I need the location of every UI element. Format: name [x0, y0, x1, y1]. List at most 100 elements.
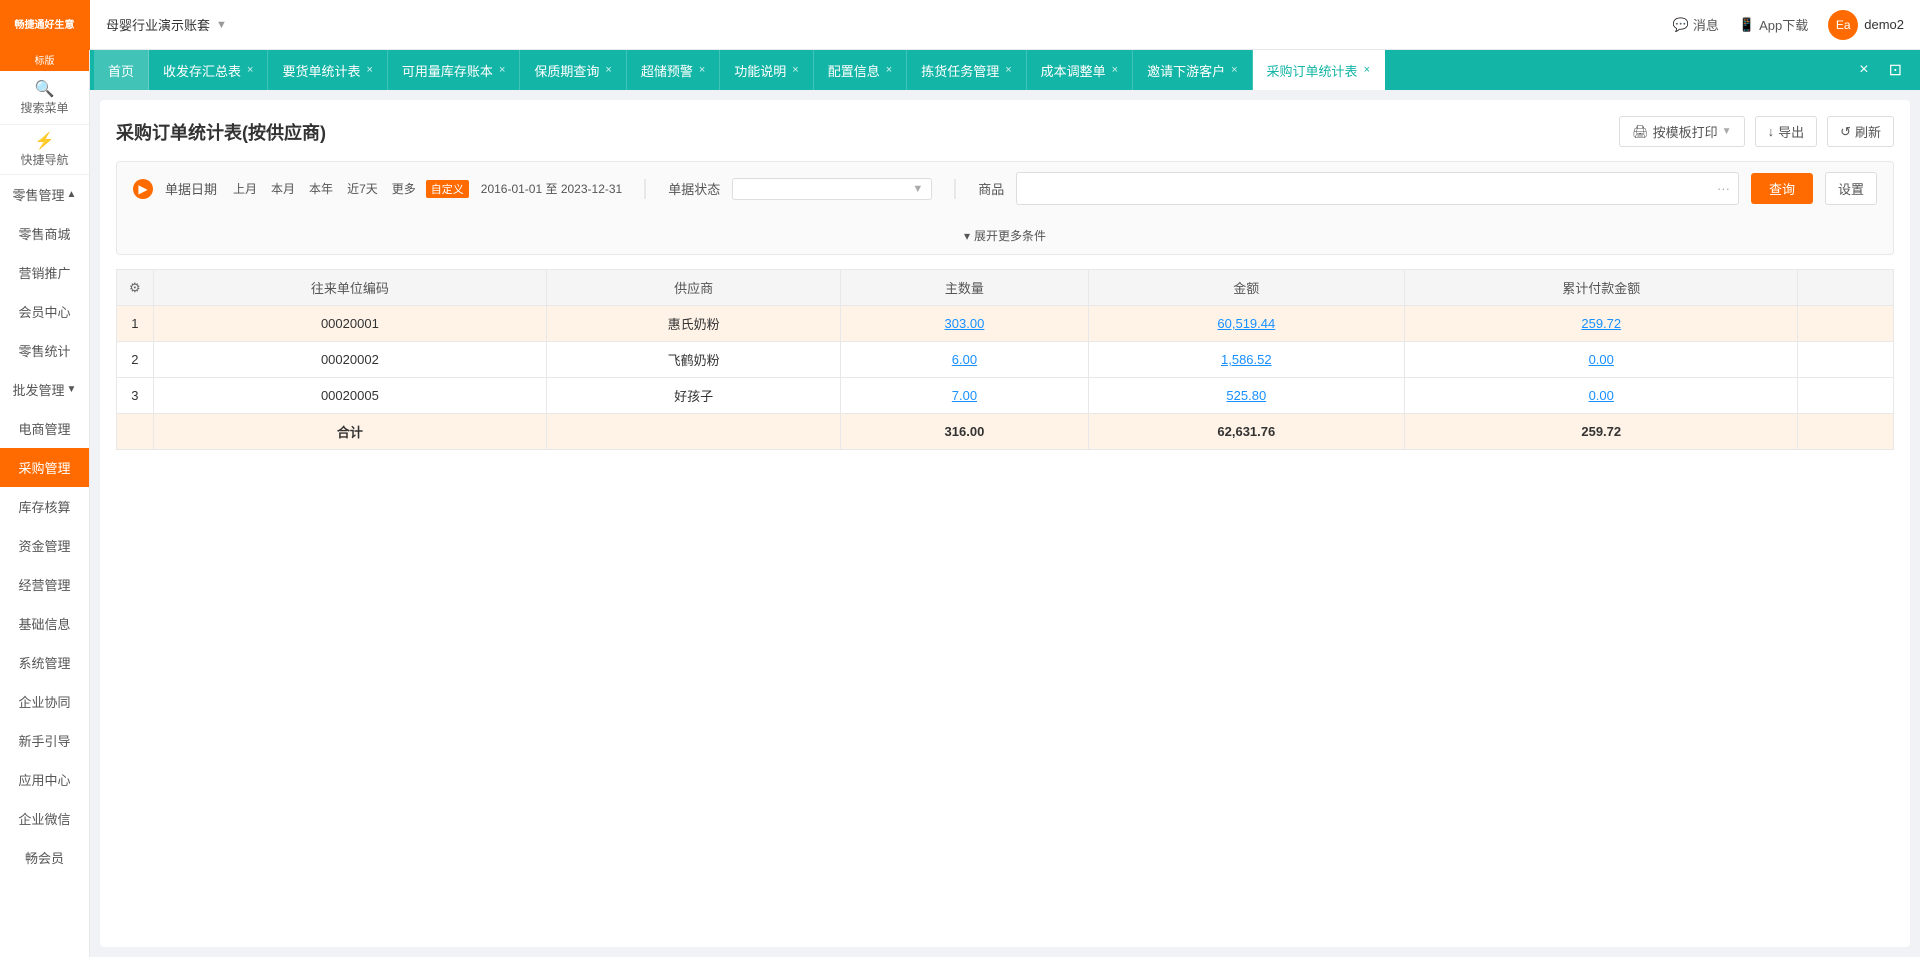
- sidebar-item-batch[interactable]: 批发管理 ▼: [0, 370, 89, 409]
- goods-filter-label: 商品: [978, 179, 1004, 198]
- th-qty: 主数量: [841, 270, 1088, 306]
- row-paid[interactable]: 0.00: [1405, 342, 1798, 378]
- tab-home[interactable]: 首页: [94, 50, 149, 90]
- row-paid[interactable]: 259.72: [1405, 306, 1798, 342]
- sidebar-item-newguide[interactable]: 新手引导: [0, 721, 89, 760]
- nav-tabs: 首页 收发存汇总表 × 要货单统计表 × 可用量库存账本 × 保质期查询 × 超…: [90, 50, 1920, 90]
- row-empty: [1798, 342, 1894, 378]
- expand-more-label: 展开更多条件: [974, 227, 1046, 244]
- row-num: 2: [117, 342, 154, 378]
- tab-picking-task-close[interactable]: ×: [1005, 64, 1011, 76]
- row-qty[interactable]: 303.00: [841, 306, 1088, 342]
- print-btn[interactable]: 🖨 按模板打印 ▼: [1619, 116, 1744, 147]
- logo-sub: 标版: [35, 56, 55, 67]
- shortcut-this-month[interactable]: 本月: [267, 179, 299, 198]
- row-code: 00020005: [153, 378, 546, 414]
- tab-function-desc[interactable]: 功能说明 ×: [720, 50, 813, 90]
- app-download-btn[interactable]: 📱 App下载: [1739, 15, 1808, 34]
- tab-config-info-close[interactable]: ×: [886, 64, 892, 76]
- row-amount[interactable]: 60,519.44: [1088, 306, 1404, 342]
- expand-more-btn[interactable]: ▾ 展开更多条件: [964, 227, 1046, 244]
- retail-arrow-icon: ▲: [67, 189, 77, 200]
- sidebar-item-retail[interactable]: 零售管理 ▲: [0, 175, 89, 214]
- tab-collection-close[interactable]: ×: [247, 64, 253, 76]
- tab-picking-task[interactable]: 拣货任务管理 ×: [907, 50, 1026, 90]
- tab-available-inv-label: 可用量库存账本: [402, 61, 493, 80]
- shortcut-more[interactable]: 更多: [388, 179, 420, 198]
- shortcut-last-month[interactable]: 上月: [229, 179, 261, 198]
- tab-purchase-stat-close[interactable]: ×: [1364, 64, 1370, 76]
- row-supplier: 飞鹤奶粉: [547, 342, 841, 378]
- tab-collection[interactable]: 收发存汇总表 ×: [149, 50, 268, 90]
- tab-available-inv-close[interactable]: ×: [499, 64, 505, 76]
- sidebar-item-system[interactable]: 系统管理: [0, 643, 89, 682]
- tab-config-info[interactable]: 配置信息 ×: [814, 50, 907, 90]
- tab-overstock-label: 超储预警: [641, 61, 693, 80]
- sidebar-item-ecommerce[interactable]: 电商管理: [0, 409, 89, 448]
- sidebar-item-inventory[interactable]: 库存核算: [0, 487, 89, 526]
- sidebar-item-enterprise[interactable]: 企业协同: [0, 682, 89, 721]
- sidebar-item-wechat[interactable]: 企业微信: [0, 799, 89, 838]
- tab-expiry-close[interactable]: ×: [605, 64, 611, 76]
- row-amount[interactable]: 1,586.52: [1088, 342, 1404, 378]
- message-label: 消息: [1693, 15, 1719, 34]
- workspace-name: 母婴行业演示账套: [106, 15, 210, 34]
- sidebar-item-member[interactable]: 会员中心: [0, 292, 89, 331]
- row-paid[interactable]: 0.00: [1405, 378, 1798, 414]
- tab-invite-downstream-close[interactable]: ×: [1231, 64, 1237, 76]
- tab-function-desc-close[interactable]: ×: [792, 64, 798, 76]
- column-settings-icon[interactable]: ⚙: [129, 280, 141, 295]
- search-btn[interactable]: 查询: [1751, 173, 1813, 204]
- search-menu-item[interactable]: 🔍 搜索菜单: [0, 71, 89, 125]
- user-menu[interactable]: Ea demo2: [1828, 10, 1904, 40]
- settings-btn[interactable]: 设置: [1825, 172, 1877, 205]
- goods-search-input[interactable]: [1025, 177, 1717, 200]
- tab-cost-adjust[interactable]: 成本调整单 ×: [1027, 50, 1133, 90]
- tab-restore-btn[interactable]: ⊡: [1883, 58, 1908, 82]
- shortcut-7days[interactable]: 近7天: [343, 179, 382, 198]
- sidebar-item-finance[interactable]: 资金管理: [0, 526, 89, 565]
- tab-available-inv[interactable]: 可用量库存账本 ×: [388, 50, 520, 90]
- tab-invite-downstream[interactable]: 邀请下游客户 ×: [1133, 50, 1252, 90]
- tab-overstock[interactable]: 超储预警 ×: [627, 50, 720, 90]
- shortcut-this-year[interactable]: 本年: [305, 179, 337, 198]
- sidebar-item-retail-stat[interactable]: 零售统计: [0, 331, 89, 370]
- table-container: ⚙ 往来单位编码 供应商 主数量 金额 累计付款金额 1 00020001: [116, 269, 1894, 931]
- quicknav-item[interactable]: ⚡ 快捷导航: [0, 125, 89, 175]
- tab-expiry[interactable]: 保质期查询 ×: [520, 50, 626, 90]
- goods-input-wrapper: ···: [1016, 172, 1739, 205]
- sidebar-item-operation[interactable]: 经营管理: [0, 565, 89, 604]
- tab-cost-adjust-close[interactable]: ×: [1112, 64, 1118, 76]
- tab-order-stat-close[interactable]: ×: [366, 64, 372, 76]
- page-header: 采购订单统计表(按供应商) 🖨 按模板打印 ▼ ↓ 导出 ↺ 刷新: [116, 116, 1894, 147]
- goods-more-icon[interactable]: ···: [1717, 181, 1730, 196]
- page-content: 采购订单统计表(按供应商) 🖨 按模板打印 ▼ ↓ 导出 ↺ 刷新: [90, 90, 1920, 957]
- th-supplier: 供应商: [547, 270, 841, 306]
- row-qty[interactable]: 7.00: [841, 378, 1088, 414]
- table-row: 1 00020001 惠氏奶粉 303.00 60,519.44 259.72: [117, 306, 1894, 342]
- sidebar-item-retail-mall[interactable]: 零售商城: [0, 214, 89, 253]
- status-select[interactable]: ▼: [732, 178, 932, 200]
- sidebar-item-member2[interactable]: 畅会员: [0, 838, 89, 877]
- tab-purchase-stat[interactable]: 采购订单统计表 ×: [1253, 50, 1385, 90]
- workspace-selector[interactable]: 母婴行业演示账套 ▼: [106, 15, 227, 34]
- row-num: 3: [117, 378, 154, 414]
- tab-order-stat[interactable]: 要货单统计表 ×: [268, 50, 387, 90]
- tab-overstock-close[interactable]: ×: [699, 64, 705, 76]
- topbar: 母婴行业演示账套 ▼ 💬 消息 📱 App下载 Ea demo2: [90, 0, 1920, 50]
- row-qty[interactable]: 6.00: [841, 342, 1088, 378]
- sidebar-item-marketing[interactable]: 营销推广: [0, 253, 89, 292]
- sidebar-item-purchase[interactable]: 采购管理: [0, 448, 89, 487]
- message-btn[interactable]: 💬 消息: [1673, 15, 1719, 34]
- sidebar-item-basic[interactable]: 基础信息: [0, 604, 89, 643]
- sidebar-item-appcenter[interactable]: 应用中心: [0, 760, 89, 799]
- tab-close-window-btn[interactable]: ×: [1853, 59, 1874, 81]
- row-amount[interactable]: 525.80: [1088, 378, 1404, 414]
- status-filter-label: 单据状态: [668, 179, 720, 198]
- refresh-btn[interactable]: ↺ 刷新: [1827, 116, 1894, 147]
- footer-row: 合计 316.00 62,631.76 259.72: [117, 414, 1894, 450]
- export-btn[interactable]: ↓ 导出: [1755, 116, 1818, 147]
- avatar: Ea: [1828, 10, 1858, 40]
- filter-toggle-btn[interactable]: ▶: [133, 179, 153, 199]
- row-num: 1: [117, 306, 154, 342]
